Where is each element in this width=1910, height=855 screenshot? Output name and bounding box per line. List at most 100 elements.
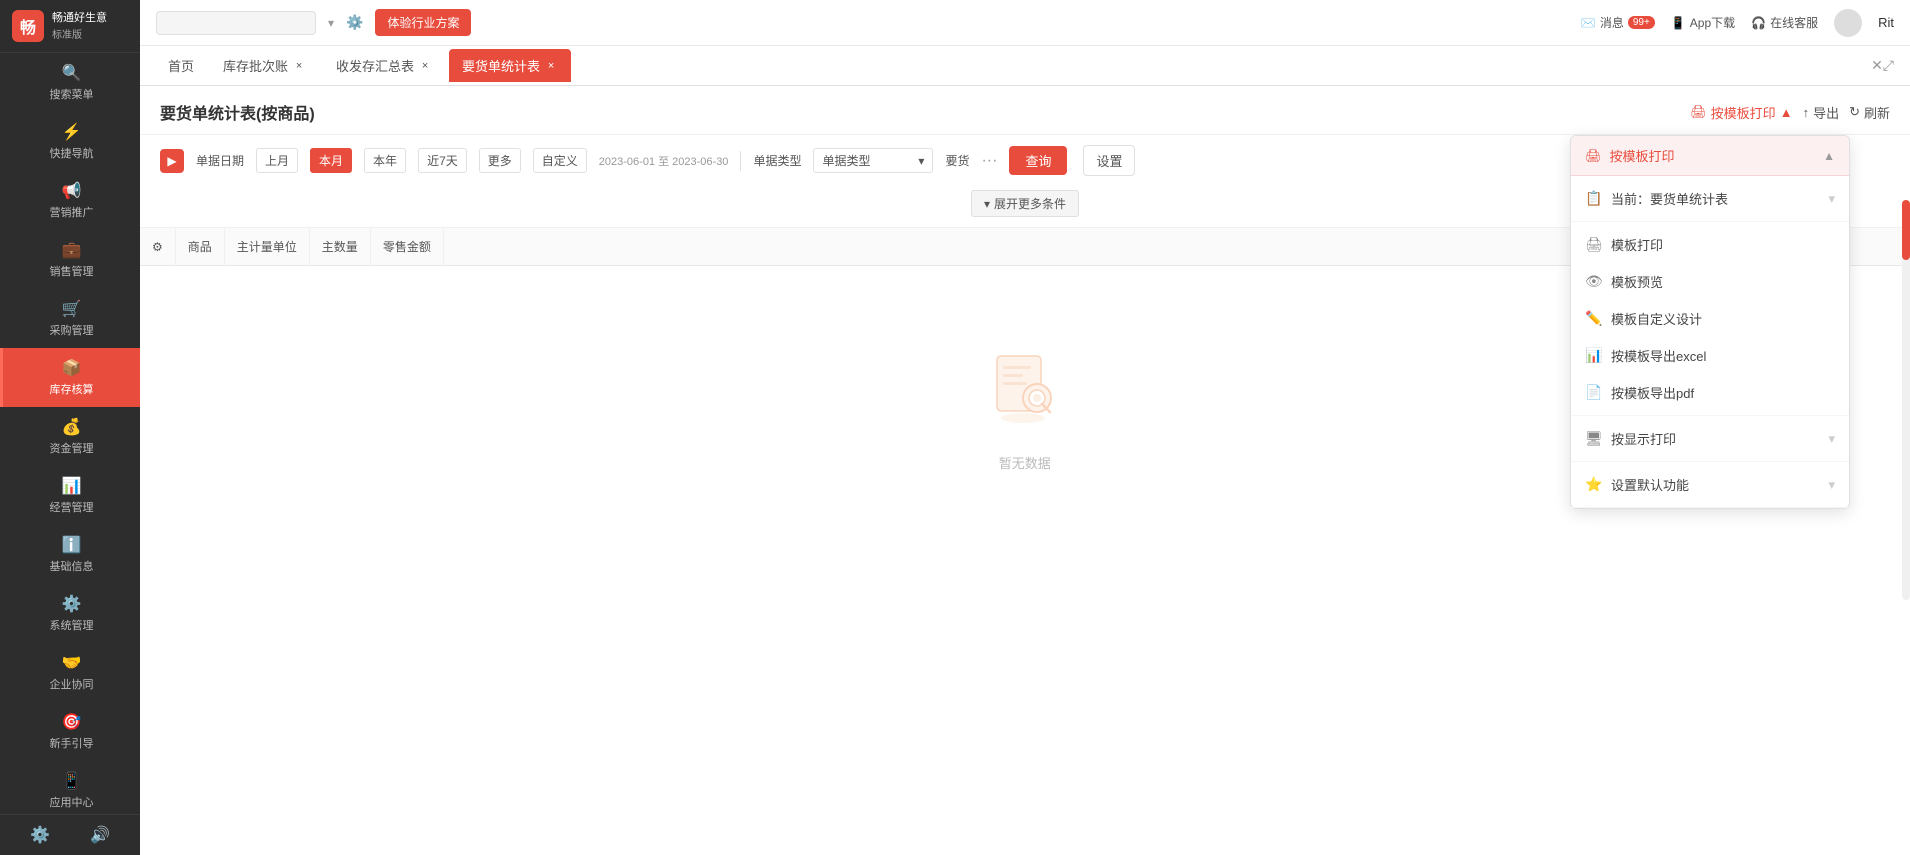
export-excel-icon: 📊 bbox=[1585, 347, 1601, 364]
inventory-icon: 📦 bbox=[62, 358, 82, 378]
display-print-icon: 🖥 bbox=[1585, 430, 1601, 447]
sidebar-item-label: 企业协同 bbox=[50, 676, 94, 692]
sales-icon: 💼 bbox=[62, 240, 82, 260]
dropdown-display-left: 🖥 按显示打印 bbox=[1585, 429, 1676, 448]
export-icon: ↑ bbox=[1803, 105, 1810, 120]
headset-icon: 🎧 bbox=[1751, 16, 1766, 30]
sidebar-item-purchase[interactable]: 🛒 采购管理 bbox=[0, 289, 140, 348]
sidebar-item-label: 经营管理 bbox=[50, 499, 94, 515]
dropdown-template-preview[interactable]: 👁 模板预览 bbox=[1571, 263, 1849, 300]
topbar-search-input[interactable] bbox=[156, 11, 316, 35]
date-label: 单据日期 bbox=[196, 152, 244, 169]
tab-home[interactable]: 首页 bbox=[156, 50, 206, 81]
dropdown-title: 按模板打印 bbox=[1610, 146, 1675, 165]
sidebar-item-search[interactable]: 🔍 搜索菜单 bbox=[0, 53, 140, 112]
tab-order-stats-close[interactable]: × bbox=[544, 59, 558, 73]
sidebar-logo: 畅 畅通好生意 标准版 bbox=[0, 0, 140, 53]
dropdown-default-arrow: ▾ bbox=[1828, 477, 1835, 493]
dropdown-template-print[interactable]: 🖨 模板打印 bbox=[1571, 226, 1849, 263]
export-btn[interactable]: ↑ 导出 bbox=[1803, 103, 1840, 122]
username: Rit bbox=[1878, 15, 1894, 30]
message-badge: 99+ bbox=[1628, 16, 1655, 29]
set-default-icon: ⭐ bbox=[1585, 476, 1601, 493]
tab-batch[interactable]: 库存批次账 × bbox=[210, 49, 319, 82]
sidebar-item-sales[interactable]: 💼 销售管理 bbox=[0, 230, 140, 289]
window-close-btn[interactable]: ✕ bbox=[1871, 57, 1883, 74]
print-dropdown: 🖨 按模板打印 ▲ 📋 当前：要货单统计表 ▾ 🖨 模板打印 👁 模板预览 ✏️… bbox=[1570, 135, 1850, 509]
sidebar-item-label: 库存核算 bbox=[50, 381, 94, 397]
experience-btn[interactable]: 体验行业方案 bbox=[375, 9, 471, 36]
empty-text: 暂无数据 bbox=[999, 453, 1051, 472]
sidebar-item-basic[interactable]: ℹ️ 基础信息 bbox=[0, 525, 140, 584]
dropdown-display-print[interactable]: 🖥 按显示打印 ▾ bbox=[1571, 420, 1849, 457]
date-btn-thismonth[interactable]: 本月 bbox=[310, 148, 352, 173]
sidebar-item-label: 资金管理 bbox=[50, 440, 94, 456]
settings-footer-icon[interactable]: ⚙️ bbox=[30, 825, 50, 845]
app-logo-icon: 畅 bbox=[12, 10, 44, 42]
user-avatar[interactable] bbox=[1834, 9, 1862, 37]
tab-order-stats[interactable]: 要货单统计表 × bbox=[449, 49, 571, 82]
audio-footer-icon[interactable]: 🔊 bbox=[90, 825, 110, 845]
expand-more-btn[interactable]: ▾ 展开更多条件 bbox=[971, 190, 1079, 217]
tab-batch-close[interactable]: × bbox=[292, 59, 306, 73]
message-btn[interactable]: ✉️ 消息 99+ bbox=[1581, 14, 1655, 31]
sidebar-item-operation[interactable]: 📊 经营管理 bbox=[0, 466, 140, 525]
dropdown-collapse-arrow[interactable]: ▲ bbox=[1823, 149, 1835, 163]
sidebar-item-inventory[interactable]: 📦 库存核算 bbox=[0, 348, 140, 407]
col-retail: 零售金额 bbox=[370, 228, 443, 266]
date-btn-custom[interactable]: 自定义 bbox=[533, 148, 587, 173]
date-btn-thisyear[interactable]: 本年 bbox=[364, 148, 406, 173]
tabs-bar: 首页 库存批次账 × 收发存汇总表 × 要货单统计表 × ✕ ⤢ bbox=[140, 46, 1910, 86]
order-type-select[interactable]: 单据类型 ▾ bbox=[813, 148, 933, 173]
shortcut-icon: ⚡ bbox=[62, 122, 82, 142]
page-title: 要货单统计表(按商品) bbox=[160, 100, 315, 124]
sidebar-item-shortcut[interactable]: ⚡ 快捷导航 bbox=[0, 112, 140, 171]
marketing-icon: 📢 bbox=[62, 181, 82, 201]
dropdown-set-default[interactable]: ⭐ 设置默认功能 ▾ bbox=[1571, 466, 1849, 503]
tab-collection-label: 收发存汇总表 bbox=[336, 56, 414, 75]
right-scrollbar[interactable] bbox=[1902, 200, 1910, 600]
dropdown-export-pdf[interactable]: 📄 按模板导出pdf bbox=[1571, 374, 1849, 411]
dropdown-default-left: ⭐ 设置默认功能 bbox=[1585, 475, 1689, 494]
dropdown-current-item[interactable]: 📋 当前：要货单统计表 ▾ bbox=[1571, 180, 1849, 217]
dropdown-template-design[interactable]: ✏️ 模板自定义设计 bbox=[1571, 300, 1849, 337]
basic-icon: ℹ️ bbox=[62, 535, 82, 555]
app-download-btn[interactable]: 📱 App下载 bbox=[1671, 14, 1735, 31]
more-icon[interactable]: ··· bbox=[981, 152, 997, 170]
sidebar-item-label: 快捷导航 bbox=[50, 145, 94, 161]
date-btn-more[interactable]: 更多 bbox=[479, 148, 521, 173]
tab-collection[interactable]: 收发存汇总表 × bbox=[323, 49, 445, 82]
dropdown-header[interactable]: 🖨 按模板打印 ▲ bbox=[1571, 136, 1849, 176]
window-expand-btn[interactable]: ⤢ bbox=[1883, 57, 1894, 74]
date-btn-7days[interactable]: 近7天 bbox=[418, 148, 467, 173]
printer-icon: 🖨 bbox=[1690, 104, 1707, 120]
refresh-btn[interactable]: ↻ 刷新 bbox=[1849, 103, 1890, 122]
topbar-dropdown-arrow[interactable]: ▾ bbox=[328, 16, 334, 30]
sidebar-nav: 🔍 搜索菜单 ⚡ 快捷导航 📢 营销推广 💼 销售管理 🛒 采购管理 📦 库存核… bbox=[0, 53, 140, 814]
sidebar-item-finance[interactable]: 💰 资金管理 bbox=[0, 407, 140, 466]
sidebar-item-system[interactable]: ⚙️ 系统管理 bbox=[0, 584, 140, 643]
refresh-btn-label: 刷新 bbox=[1864, 103, 1890, 122]
tab-order-stats-label: 要货单统计表 bbox=[462, 56, 540, 75]
tab-collection-close[interactable]: × bbox=[418, 59, 432, 73]
sidebar-item-enterprise[interactable]: 🤝 企业协同 bbox=[0, 643, 140, 702]
dropdown-template-print-label: 模板打印 bbox=[1611, 235, 1663, 254]
dropdown-export-excel[interactable]: 📊 按模板导出excel bbox=[1571, 337, 1849, 374]
topbar-gear-icon[interactable]: ⚙️ bbox=[346, 14, 363, 31]
chevron-down-icon: ▾ bbox=[984, 197, 990, 211]
sidebar-item-appstore[interactable]: 📱 应用中心 bbox=[0, 761, 140, 814]
sidebar-item-marketing[interactable]: 📢 营销推广 bbox=[0, 171, 140, 230]
settings-btn[interactable]: 设置 bbox=[1083, 145, 1135, 176]
online-service-btn[interactable]: 🎧 在线客服 bbox=[1751, 14, 1818, 31]
filter-expand-arrow[interactable]: ▶ bbox=[160, 149, 184, 173]
sidebar-item-guide[interactable]: 🎯 新手引导 bbox=[0, 702, 140, 761]
col-goods: 商品 bbox=[175, 228, 224, 266]
table-settings-icon[interactable]: ⚙ bbox=[152, 240, 163, 254]
dropdown-export-excel-label: 按模板导出excel bbox=[1611, 346, 1706, 365]
query-btn[interactable]: 查询 bbox=[1009, 146, 1067, 175]
col-settings[interactable]: ⚙ bbox=[140, 228, 175, 266]
col-quantity: 主数量 bbox=[309, 228, 370, 266]
print-btn[interactable]: 🖨 按模板打印 ▲ bbox=[1690, 103, 1792, 122]
app-badge: 标准版 bbox=[52, 26, 107, 41]
date-btn-lastmonth[interactable]: 上月 bbox=[256, 148, 298, 173]
